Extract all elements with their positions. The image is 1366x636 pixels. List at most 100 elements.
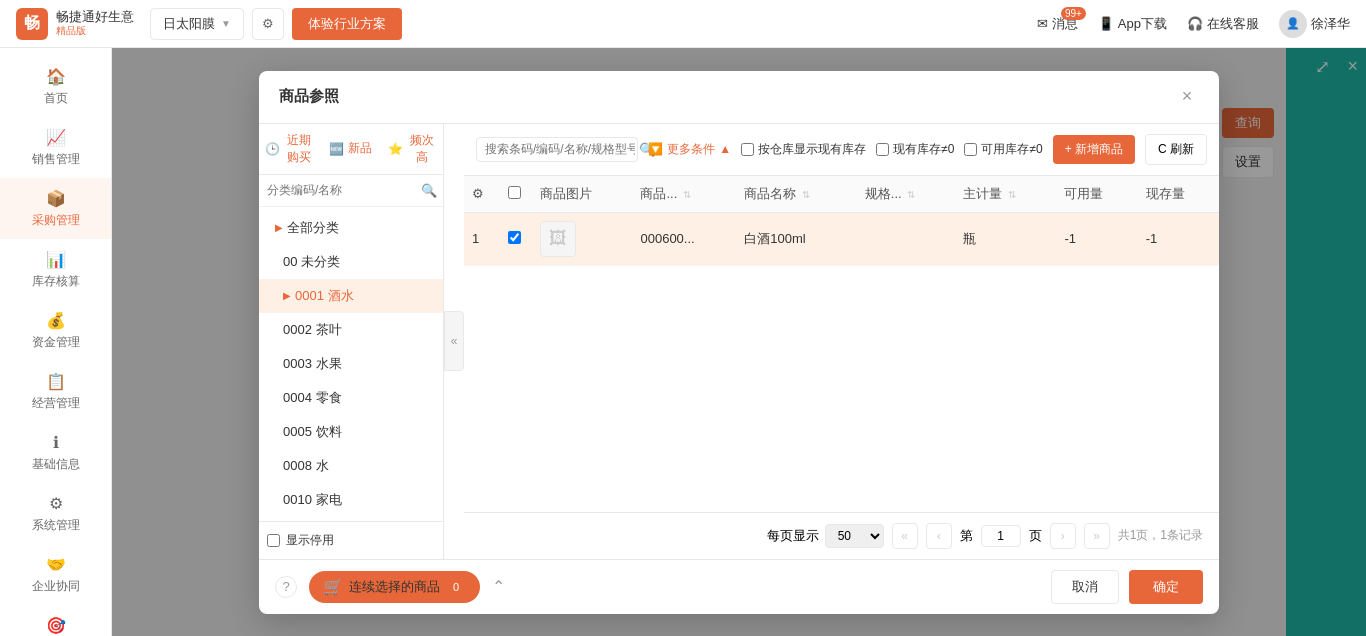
row-available-cell: -1 xyxy=(1056,212,1137,265)
warehouse-filter[interactable]: 按仓库显示现有库存 xyxy=(741,141,866,158)
col-stock-header[interactable]: 现存量 xyxy=(1138,176,1219,213)
footer-collapse-button[interactable]: ⌃ xyxy=(492,577,505,596)
show-disabled-checkbox[interactable] xyxy=(267,534,280,547)
sidebar-item-guide[interactable]: 🎯 新手引导 xyxy=(0,605,111,636)
cat-item-3[interactable]: 0003 水果 xyxy=(259,347,443,381)
available-filter[interactable]: 现有库存≠0 xyxy=(876,141,954,158)
warehouse-checkbox[interactable] xyxy=(741,143,754,156)
cat-item-1[interactable]: ▶ 0001 酒水 xyxy=(259,279,443,313)
usable-checkbox[interactable] xyxy=(964,143,977,156)
sidebar-item-inventory[interactable]: 📊 库存核算 xyxy=(0,239,111,300)
guide-icon: 🎯 xyxy=(46,615,66,635)
modal-body: 🕒 近期购买 🆕 新品 ⭐ 频次高 xyxy=(259,124,1219,559)
avatar: 👤 xyxy=(1279,10,1307,38)
refresh-button[interactable]: C 刷新 xyxy=(1145,134,1207,165)
col-name-header[interactable]: 商品名称 ⇅ xyxy=(736,176,857,213)
frequent-tab[interactable]: ⭐ 频次高 xyxy=(382,124,443,174)
experience-btn[interactable]: 体验行业方案 xyxy=(292,8,402,40)
col-available-header[interactable]: 可用量 xyxy=(1056,176,1137,213)
col-spec-header[interactable]: 规格... ⇅ xyxy=(857,176,955,213)
messages-btn[interactable]: ✉ 消息 99+ xyxy=(1037,15,1078,33)
cat-item-2[interactable]: 0002 茶叶 xyxy=(259,313,443,347)
confirm-button[interactable]: 确定 xyxy=(1129,570,1203,604)
add-product-button[interactable]: + 新增商品 xyxy=(1053,135,1135,164)
help-button[interactable]: ? xyxy=(275,576,297,598)
cat-item-4[interactable]: 0004 零食 xyxy=(259,381,443,415)
modal-overlay: 商品参照 × 🕒 近期购买 🆕 xyxy=(112,48,1366,636)
sidebar-item-system[interactable]: ⚙ 系统管理 xyxy=(0,483,111,544)
per-page-select[interactable]: 50100 xyxy=(825,524,884,548)
cat-item-0[interactable]: 00 未分类 xyxy=(259,245,443,279)
message-badge: 99+ xyxy=(1061,7,1086,20)
logo-area: 畅 畅捷通好生意 精品版 xyxy=(16,8,134,40)
cancel-button[interactable]: 取消 xyxy=(1051,570,1119,604)
sidebar-item-basic-info[interactable]: ℹ 基础信息 xyxy=(0,422,111,483)
cart-continuous-select-btn[interactable]: 🛒 连续选择的商品 0 xyxy=(309,571,480,603)
footer-action-buttons: 取消 确定 xyxy=(1051,570,1203,604)
logo-icon: 畅 xyxy=(16,8,48,40)
row-unit-cell: 瓶 xyxy=(955,212,1056,265)
main-layout: 🏠 首页 📈 销售管理 📦 采购管理 📊 库存核算 💰 资金管理 📋 经营管理 … xyxy=(0,48,1366,636)
cat-item-6[interactable]: 0008 水 xyxy=(259,449,443,483)
mobile-icon: 📱 xyxy=(1098,16,1114,31)
new-product-tab[interactable]: 🆕 新品 xyxy=(320,124,381,174)
sidebar-item-collab[interactable]: 🤝 企业协同 xyxy=(0,544,111,605)
more-filter-button[interactable]: 🔽 更多条件 ▲ xyxy=(648,141,731,158)
sidebar-item-home[interactable]: 🏠 首页 xyxy=(0,56,111,117)
row-checkbox-cell xyxy=(500,212,532,265)
recent-icon: 🕒 xyxy=(265,142,280,156)
sidebar-item-sales[interactable]: 📈 销售管理 xyxy=(0,117,111,178)
sort-spec-icon: ⇅ xyxy=(907,189,915,200)
modal-close-button[interactable]: × xyxy=(1175,85,1199,109)
row-spec-cell xyxy=(857,212,955,265)
sidebar-item-finance[interactable]: 💰 资金管理 xyxy=(0,300,111,361)
gear-button[interactable]: ⚙ xyxy=(252,8,284,40)
category-search-icon[interactable]: 🔍 xyxy=(421,183,437,198)
collapse-category-button[interactable]: « xyxy=(444,311,464,371)
user-menu[interactable]: 👤 徐泽华 xyxy=(1279,10,1350,38)
select-all-checkbox[interactable] xyxy=(508,186,521,199)
row-checkbox[interactable] xyxy=(508,231,521,244)
home-icon: 🏠 xyxy=(46,66,66,86)
sidebar-item-operations[interactable]: 📋 经营管理 xyxy=(0,361,111,422)
sidebar: 🏠 首页 📈 销售管理 📦 采购管理 📊 库存核算 💰 资金管理 📋 经营管理 … xyxy=(0,48,112,636)
col-code-header[interactable]: 商品... ⇅ xyxy=(632,176,736,213)
nav-right: ✉ 消息 99+ 📱 App下载 🎧 在线客服 👤 徐泽华 xyxy=(1037,10,1350,38)
row-name-cell: 白酒100ml xyxy=(736,212,857,265)
app-download-btn[interactable]: 📱 App下载 xyxy=(1098,15,1167,33)
new-icon: 🆕 xyxy=(329,142,344,156)
sort-unit-icon: ⇅ xyxy=(1008,189,1016,200)
next-page-button[interactable]: › xyxy=(1050,523,1076,549)
cat-item-7[interactable]: 0010 家电 xyxy=(259,483,443,517)
usable-filter[interactable]: 可用库存≠0 xyxy=(964,141,1042,158)
sidebar-item-purchase[interactable]: 📦 采购管理 xyxy=(0,178,111,239)
last-page-button[interactable]: » xyxy=(1084,523,1110,549)
cat-item-all[interactable]: ▶ 全部分类 xyxy=(259,211,443,245)
col-settings[interactable]: ⚙ xyxy=(464,176,500,213)
category-search-input[interactable] xyxy=(267,183,417,197)
page-number-input[interactable] xyxy=(981,525,1021,547)
modal-footer: ? 🛒 连续选择的商品 0 ⌃ 取消 确定 xyxy=(259,559,1219,614)
prev-page-button[interactable]: ‹ xyxy=(926,523,952,549)
col-unit-header[interactable]: 主计量 ⇅ xyxy=(955,176,1056,213)
first-page-button[interactable]: « xyxy=(892,523,918,549)
table-row[interactable]: 1 🖼 000600... 白酒100ml xyxy=(464,212,1219,265)
cat-item-5[interactable]: 0005 饮料 xyxy=(259,415,443,449)
product-table-body: 1 🖼 000600... 白酒100ml xyxy=(464,212,1219,265)
online-service-btn[interactable]: 🎧 在线客服 xyxy=(1187,15,1259,33)
show-disabled-label[interactable]: 显示停用 xyxy=(286,532,334,549)
product-search-box: 🔍 xyxy=(476,137,638,162)
operations-icon: 📋 xyxy=(46,371,66,391)
modal-header: 商品参照 × xyxy=(259,71,1219,124)
message-icon: ✉ xyxy=(1037,16,1048,31)
product-search-input[interactable] xyxy=(485,142,635,156)
expand-tri-1: ▶ xyxy=(283,290,291,301)
top-nav: 畅 畅捷通好生意 精品版 日太阳膜 ▼ ⚙ 体验行业方案 ✉ 消息 99+ 📱 … xyxy=(0,0,1366,48)
nav-store-select[interactable]: 日太阳膜 ▼ xyxy=(150,8,244,40)
content-area: ⤢ × 查询 设置 商品参照 × xyxy=(112,48,1366,636)
available-checkbox[interactable] xyxy=(876,143,889,156)
recent-purchase-tab[interactable]: 🕒 近期购买 xyxy=(259,124,320,174)
category-list: ▶ 全部分类 00 未分类 ▶ 0001 酒水 0002 茶 xyxy=(259,207,443,521)
col-img-header: 商品图片 xyxy=(532,176,632,213)
category-tabs: 🕒 近期购买 🆕 新品 ⭐ 频次高 xyxy=(259,124,443,175)
